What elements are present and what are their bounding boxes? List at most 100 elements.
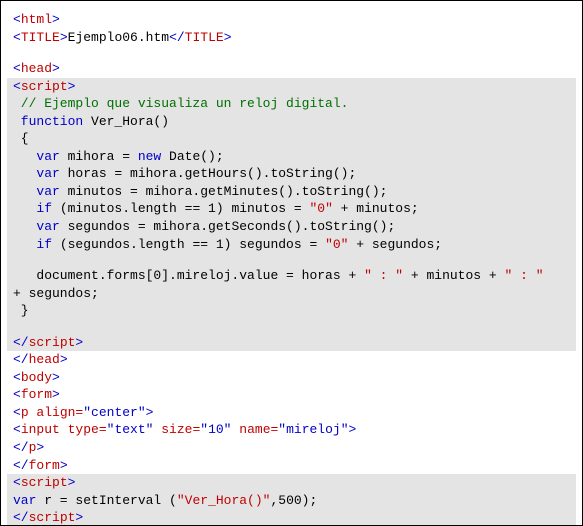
code-line: </head> [13, 351, 570, 369]
tag-bracket: </ [13, 458, 29, 473]
string-literal: "0" [325, 237, 348, 252]
code-text: + segundos; [348, 237, 442, 252]
code-text: segundos = mihora.getSeconds().toString(… [60, 219, 395, 234]
string-literal: "0" [309, 201, 332, 216]
tag-bracket: > [60, 30, 68, 45]
code-line: var r = setInterval ("Ver_Hora()",500); [13, 492, 570, 510]
tag-name: head [21, 61, 52, 76]
attr-value: "10" [200, 422, 231, 437]
tag-name: script [29, 510, 76, 525]
tag-bracket: > [68, 79, 76, 94]
code-text: (segundos.length == 1) segundos = [52, 237, 325, 252]
keyword: var [13, 493, 36, 508]
tag-bracket: > [224, 30, 232, 45]
tag-name: script [21, 79, 68, 94]
tag-bracket: > [52, 370, 60, 385]
code-text: document.forms[0].mireloj.value = horas … [13, 268, 364, 283]
script-block: <script> var r = setInterval ("Ver_Hora(… [7, 474, 576, 526]
tag-bracket: < [13, 370, 21, 385]
tag-bracket: > [68, 475, 76, 490]
code-line: <input type="text" size="10" name="mirel… [13, 421, 570, 439]
code-line: <script> [13, 474, 570, 492]
tag-name: head [29, 352, 60, 367]
code-line: if (segundos.length == 1) segundos = "0"… [13, 236, 570, 254]
tag-bracket: > [60, 458, 68, 473]
tag-bracket: </ [13, 352, 29, 367]
keyword: var [13, 219, 60, 234]
keyword: var [13, 149, 60, 164]
code-line: function Ver_Hora() [13, 113, 570, 131]
tag-name: p [21, 405, 29, 420]
tag-bracket: </ [13, 440, 29, 455]
tag-bracket: > [52, 387, 60, 402]
code-line: { [13, 130, 570, 148]
tag-name: script [29, 335, 76, 350]
attr-value: "text" [107, 422, 154, 437]
tag-bracket: > [52, 12, 60, 27]
code-line: } [13, 302, 570, 320]
tag-bracket: > [60, 352, 68, 367]
attr-value: "mireloj" [278, 422, 348, 437]
code-text: (minutos.length == 1) minutos = [52, 201, 309, 216]
code-text: ,500); [270, 493, 317, 508]
tag-bracket: > [52, 61, 60, 76]
blank-line [13, 46, 570, 60]
code-text: Date(); [161, 149, 223, 164]
tag-bracket: < [13, 405, 21, 420]
code-line: var minutos = mihora.getMinutes().toStri… [13, 183, 570, 201]
tag-bracket: > [146, 405, 154, 420]
tag-name: script [21, 475, 68, 490]
code-line: var mihora = new Date(); [13, 148, 570, 166]
code-line: if (minutos.length == 1) minutos = "0" +… [13, 200, 570, 218]
code-line: </script> [13, 334, 570, 352]
attr-name: size= [153, 422, 200, 437]
code-line: <head> [13, 60, 570, 78]
code-line: + segundos; [13, 285, 570, 303]
tag-bracket: > [349, 422, 357, 437]
code-line: <script> [13, 78, 570, 96]
code-text: Ver_Hora() [83, 114, 169, 129]
tag-name: TITLE [185, 30, 224, 45]
attr-name: align= [29, 405, 84, 420]
keyword: var [13, 166, 60, 181]
tag-bracket: > [75, 335, 83, 350]
tag-bracket: > [75, 510, 83, 525]
code-line: var segundos = mihora.getSeconds().toStr… [13, 218, 570, 236]
blank-line [13, 320, 570, 334]
code-line: <form> [13, 386, 570, 404]
code-text: minutos = mihora.getMinutes().toString()… [60, 184, 388, 199]
tag-bracket: < [13, 475, 21, 490]
string-literal: "Ver_Hora()" [177, 493, 271, 508]
code-block: <html> <TITLE>Ejemplo06.htm</TITLE> <hea… [0, 0, 583, 526]
tag-name: input [21, 422, 60, 437]
code-text: + minutos; [333, 201, 419, 216]
code-text: r = setInterval ( [36, 493, 176, 508]
code-text: mihora = [60, 149, 138, 164]
tag-name: form [21, 387, 52, 402]
code-line: document.forms[0].mireloj.value = horas … [13, 267, 570, 285]
code-line: <p align="center"> [13, 404, 570, 422]
tag-bracket: < [13, 61, 21, 76]
code-line: </script> [13, 509, 570, 526]
string-literal: " : " [364, 268, 403, 283]
tag-bracket: < [13, 30, 21, 45]
tag-name: body [21, 370, 52, 385]
keyword: new [138, 149, 161, 164]
tag-bracket: < [13, 12, 21, 27]
code-line: var horas = mihora.getHours().toString()… [13, 165, 570, 183]
code-line: <TITLE>Ejemplo06.htm</TITLE> [13, 29, 570, 47]
keyword: if [13, 201, 52, 216]
code-line: <body> [13, 369, 570, 387]
blank-line [13, 253, 570, 267]
tag-bracket: > [36, 440, 44, 455]
tag-bracket: </ [169, 30, 185, 45]
code-comment: // Ejemplo que visualiza un reloj digita… [13, 95, 570, 113]
string-literal: " : " [505, 268, 544, 283]
tag-name: TITLE [21, 30, 60, 45]
keyword: if [13, 237, 52, 252]
code-line: <html> [13, 11, 570, 29]
code-text: horas = mihora.getHours().toString(); [60, 166, 356, 181]
tag-name: form [29, 458, 60, 473]
text-content: Ejemplo06.htm [68, 30, 169, 45]
code-line: </p> [13, 439, 570, 457]
